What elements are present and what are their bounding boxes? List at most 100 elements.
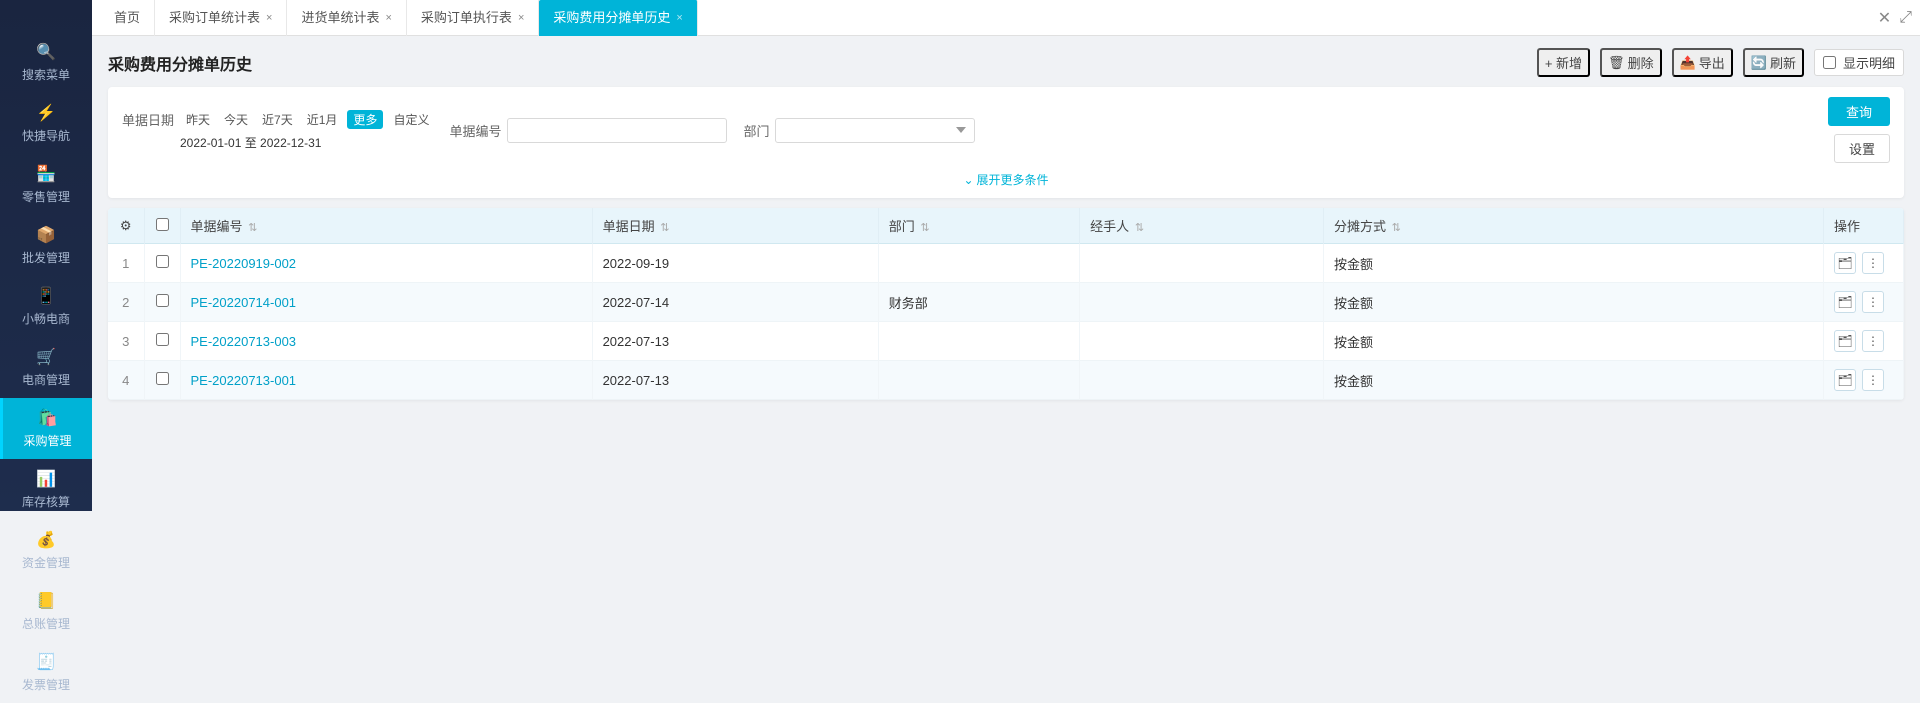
dept-filter-group: 部门 财务部 — [743, 118, 975, 143]
export-icon: 📤 — [1680, 55, 1696, 71]
col-doc-date: 单据日期 ⇅ — [592, 208, 878, 244]
sidebar-item-ecom[interactable]: 🛒电商管理 — [0, 337, 92, 398]
action-view-icon[interactable]: 🗂 — [1834, 330, 1856, 352]
doc-no-input[interactable] — [507, 118, 727, 143]
action-view-icon[interactable]: 🗂 — [1834, 369, 1856, 391]
row-split-method: 按金额 — [1324, 283, 1824, 322]
row-doc-no: PE-20220714-001 — [180, 283, 592, 322]
sidebar-item-finance[interactable]: 💰资金管理 — [0, 520, 92, 581]
sidebar-icon-ecom: 🛒 — [36, 347, 56, 367]
sort-dept-icon[interactable]: ⇅ — [920, 222, 929, 234]
refresh-icon: 🔄 — [1751, 55, 1767, 71]
delete-button[interactable]: 🗑 删除 — [1600, 48, 1662, 77]
sort-doc-no-icon[interactable]: ⇅ — [248, 222, 257, 234]
row-split-method: 按金额 — [1324, 361, 1824, 400]
row-select-checkbox[interactable] — [156, 294, 169, 307]
row-actions: 🗂 ⋮ — [1824, 283, 1904, 322]
sidebar-icon-invoice: 🧾 — [36, 652, 56, 672]
tab-close-purchase-cost-history[interactable]: × — [676, 0, 682, 36]
delete-icon: 🗑 — [1608, 55, 1625, 71]
show-col-checkbox-label[interactable]: 显示明细 — [1814, 49, 1904, 76]
row-checkbox[interactable] — [144, 322, 180, 361]
dept-select[interactable]: 财务部 — [775, 118, 975, 143]
doc-no-link[interactable]: PE-20220713-003 — [191, 334, 297, 349]
col-checkbox-header[interactable] — [144, 208, 180, 244]
select-all-checkbox[interactable] — [156, 218, 169, 231]
doc-no-label: 单据编号 — [449, 121, 501, 140]
sidebar-item-search[interactable]: 🔍搜索菜单 — [0, 32, 92, 93]
tab-purchase-goods-stat[interactable]: 进货单统计表× — [287, 0, 406, 36]
sidebar-item-retail[interactable]: 🏪零售管理 — [0, 154, 92, 215]
date-opt-昨天[interactable]: 昨天 — [182, 110, 214, 129]
restore-window-icon[interactable]: ⤢ — [1899, 9, 1912, 27]
row-checkbox[interactable] — [144, 244, 180, 283]
sidebar-label-search: 搜索菜单 — [22, 66, 70, 83]
sidebar-item-wholesale[interactable]: 📦批发管理 — [0, 215, 92, 276]
tab-label-purchase-cost-history: 采购费用分摊单历史 — [553, 0, 670, 36]
col-handler-label: 经手人 — [1090, 219, 1129, 234]
row-select-checkbox[interactable] — [156, 333, 169, 346]
action-more-icon[interactable]: ⋮ — [1862, 369, 1884, 391]
page-header: 采购费用分摊单历史 + 新增 🗑 删除 📤 导出 🔄 刷新 显示明细 — [108, 48, 1904, 77]
date-opt-更多[interactable]: 更多 — [347, 110, 383, 129]
tab-close-purchase-order-stat[interactable]: × — [266, 0, 272, 36]
tab-label-purchase-order-stat: 采购订单统计表 — [169, 0, 260, 36]
action-more-icon[interactable]: ⋮ — [1862, 252, 1884, 274]
add-button[interactable]: + 新增 — [1537, 48, 1590, 77]
tab-close-purchase-goods-stat[interactable]: × — [385, 0, 391, 36]
sidebar-icon-purchase: 🛍️ — [38, 408, 58, 428]
action-view-icon[interactable]: 🗂 — [1834, 291, 1856, 313]
sidebar-item-purchase[interactable]: 🛍️采购管理 — [0, 398, 92, 459]
query-button[interactable]: 查询 — [1828, 97, 1890, 126]
date-opt-今天[interactable]: 今天 — [220, 110, 252, 129]
tab-purchase-cost-history[interactable]: 采购费用分摊单历史× — [539, 0, 697, 36]
date-options: 昨天今天近7天近1月更多自定义 — [182, 110, 433, 129]
tab-purchase-order-exec[interactable]: 采购订单执行表× — [407, 0, 539, 36]
date-filter-group: 单据日期 昨天今天近7天近1月更多自定义 2022-01-01 至 2022-1… — [122, 110, 433, 151]
sidebar-item-shortcut[interactable]: ⚡快捷导航 — [0, 93, 92, 154]
tab-label-purchase-goods-stat: 进货单统计表 — [301, 0, 379, 36]
col-dept: 部门 ⇅ — [878, 208, 1079, 244]
sidebar-item-ledger[interactable]: 📒总账管理 — [0, 581, 92, 642]
tab-purchase-order-stat[interactable]: 采购订单统计表× — [155, 0, 287, 36]
action-more-icon[interactable]: ⋮ — [1862, 291, 1884, 313]
close-window-icon[interactable]: ✕ — [1878, 8, 1891, 28]
doc-no-link[interactable]: PE-20220919-002 — [191, 256, 297, 271]
sort-doc-date-icon[interactable]: ⇅ — [660, 222, 669, 234]
sidebar-icon-wholesale: 📦 — [36, 225, 56, 245]
row-checkbox[interactable] — [144, 361, 180, 400]
show-col-checkbox[interactable] — [1823, 56, 1836, 69]
sidebar-label-invoice: 发票管理 — [22, 676, 70, 693]
row-split-method: 按金额 — [1324, 322, 1824, 361]
expand-row: ⌄ 展开更多条件 — [122, 171, 1890, 188]
refresh-button[interactable]: 🔄 刷新 — [1743, 48, 1804, 77]
row-no: 1 — [108, 244, 144, 283]
table-row: 1 PE-20220919-002 2022-09-19 按金额 🗂 ⋮ — [108, 244, 1904, 283]
table-row: 4 PE-20220713-001 2022-07-13 按金额 🗂 ⋮ — [108, 361, 1904, 400]
tab-close-purchase-order-exec[interactable]: × — [518, 0, 524, 36]
sidebar-item-mobile[interactable]: 📱小畅电商 — [0, 276, 92, 337]
sort-split-method-icon[interactable]: ⇅ — [1392, 222, 1401, 234]
export-button[interactable]: 📤 导出 — [1672, 48, 1733, 77]
action-view-icon[interactable]: 🗂 — [1834, 252, 1856, 274]
sort-handler-icon[interactable]: ⇅ — [1135, 222, 1144, 234]
row-actions: 🗂 ⋮ — [1824, 361, 1904, 400]
setting-button[interactable]: 设置 — [1834, 134, 1890, 163]
tab-bar-actions: ✕ ⤢ — [1878, 8, 1912, 28]
row-checkbox[interactable] — [144, 283, 180, 322]
col-settings[interactable]: ⚙ — [108, 208, 144, 244]
content-area: 采购费用分摊单历史 + 新增 🗑 删除 📤 导出 🔄 刷新 显示明细 — [92, 36, 1920, 511]
date-opt-自定义[interactable]: 自定义 — [389, 110, 433, 129]
expand-button[interactable]: ⌄ 展开更多条件 — [963, 171, 1048, 188]
sidebar-item-invoice[interactable]: 🧾 发票管理 — [0, 642, 92, 703]
row-select-checkbox[interactable] — [156, 255, 169, 268]
action-more-icon[interactable]: ⋮ — [1862, 330, 1884, 352]
date-opt-近7天[interactable]: 近7天 — [258, 110, 297, 129]
tab-home[interactable]: 首页 — [100, 0, 155, 36]
doc-no-link[interactable]: PE-20220713-001 — [191, 373, 297, 388]
row-select-checkbox[interactable] — [156, 372, 169, 385]
doc-no-link[interactable]: PE-20220714-001 — [191, 295, 297, 310]
date-label: 单据日期 — [122, 110, 174, 129]
date-opt-近1月[interactable]: 近1月 — [303, 110, 342, 129]
col-doc-no-label: 单据编号 — [191, 219, 243, 234]
